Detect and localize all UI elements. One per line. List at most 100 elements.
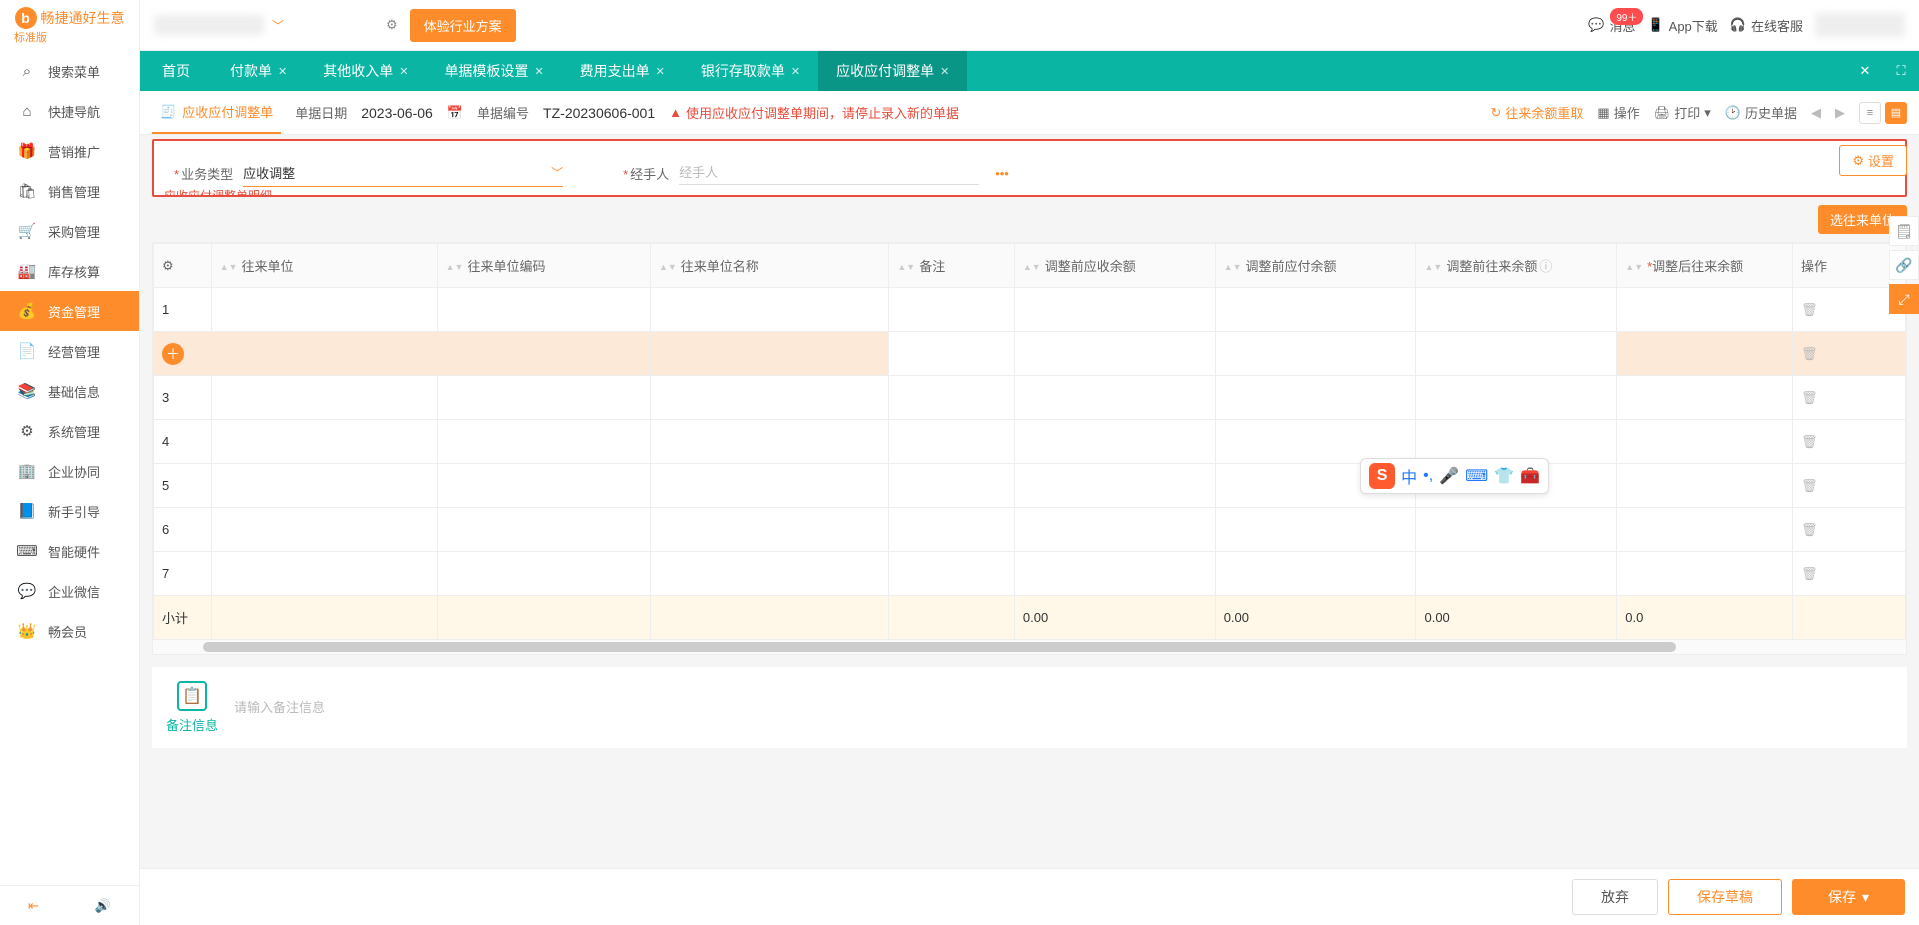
- close-icon[interactable]: ✕: [399, 65, 408, 78]
- tab-bank[interactable]: 银行存取款单✕: [683, 51, 818, 91]
- th-gear[interactable]: ⚙: [154, 244, 212, 288]
- messages-button[interactable]: 💬 消息 99＋: [1588, 16, 1635, 35]
- dock-expand-button[interactable]: ⤢: [1889, 284, 1919, 314]
- nav-marketing[interactable]: 🎁营销推广: [0, 131, 139, 171]
- view-list-button[interactable]: ≡: [1859, 102, 1881, 124]
- chevron-down-icon: ﹀: [551, 164, 563, 181]
- nav-enterprise[interactable]: 🏢企业协同: [0, 451, 139, 491]
- print-button[interactable]: 🖨打印▾: [1654, 103, 1711, 122]
- table-row[interactable]: 1🗑: [154, 288, 1906, 332]
- add-row-button[interactable]: ＋: [162, 343, 184, 365]
- settings-label: 设置: [1868, 151, 1894, 170]
- table-row[interactable]: 7🗑: [154, 552, 1906, 596]
- close-icon[interactable]: ✕: [656, 65, 665, 78]
- discard-button[interactable]: 放弃: [1572, 879, 1658, 915]
- calendar-icon[interactable]: 📅: [447, 105, 463, 121]
- tab-home[interactable]: 首页: [140, 51, 212, 91]
- dock-note-button[interactable]: 🗒: [1889, 216, 1919, 246]
- tab-template[interactable]: 单据模板设置✕: [426, 51, 561, 91]
- th-unit[interactable]: ▲▼往来单位: [211, 244, 437, 288]
- delete-icon[interactable]: 🗑: [1801, 302, 1818, 317]
- close-icon[interactable]: ✕: [940, 65, 949, 78]
- dock-link-button[interactable]: 🔗: [1889, 250, 1919, 280]
- delete-icon[interactable]: 🗑: [1801, 478, 1818, 493]
- close-icon[interactable]: ✕: [534, 65, 543, 78]
- th-unit-code[interactable]: ▲▼往来单位编码: [437, 244, 650, 288]
- tab-other-income[interactable]: 其他收入单✕: [305, 51, 426, 91]
- th-adj-recv[interactable]: ▲▼调整前应收余额: [1014, 244, 1215, 288]
- handler-input[interactable]: [679, 161, 979, 185]
- sort-icon: ▲▼: [897, 264, 915, 271]
- horizontal-scrollbar[interactable]: [153, 640, 1906, 654]
- th-adj-bal[interactable]: ▲▼调整前往来余额ⓘ: [1416, 244, 1617, 288]
- ime-mic-icon[interactable]: 🎤: [1439, 466, 1459, 486]
- operate-button[interactable]: ▦操作: [1597, 103, 1639, 122]
- delete-icon[interactable]: 🗑: [1801, 346, 1818, 361]
- tab-adjustment[interactable]: 应收应付调整单✕: [818, 51, 967, 91]
- company-selector[interactable]: ﹀: [154, 15, 374, 35]
- ime-toolbar[interactable]: S 中 •, 🎤 ⌨ 👕 🧰: [1360, 458, 1549, 494]
- remark-input[interactable]: [234, 700, 1893, 715]
- scrollbar-thumb[interactable]: [203, 642, 1676, 652]
- collapse-icon[interactable]: ⇤: [28, 898, 39, 914]
- table-row[interactable]: 5🗑: [154, 464, 1906, 508]
- nav-basic[interactable]: 📚基础信息: [0, 371, 139, 411]
- table-row[interactable]: 3🗑: [154, 376, 1906, 420]
- ime-punct-icon[interactable]: •,: [1423, 467, 1433, 485]
- th-remark[interactable]: ▲▼备注: [889, 244, 1015, 288]
- close-icon[interactable]: ✕: [791, 65, 800, 78]
- nav-quick[interactable]: ⌂快捷导航: [0, 91, 139, 131]
- save-draft-button[interactable]: 保存草稿: [1668, 879, 1782, 915]
- nav-finance[interactable]: 💰资金管理: [0, 291, 139, 331]
- nav-guide[interactable]: 📘新手引导: [0, 491, 139, 531]
- ime-skin-icon[interactable]: 👕: [1494, 466, 1514, 486]
- tab-fullscreen-button[interactable]: ⛶: [1883, 63, 1919, 79]
- doc-title-tab[interactable]: 🧾 应收应付调整单: [152, 91, 281, 134]
- tab-payment[interactable]: 付款单✕: [212, 51, 305, 91]
- delete-icon[interactable]: 🗑: [1801, 390, 1818, 405]
- user-avatar-blurred[interactable]: [1815, 13, 1905, 37]
- tab-close-all-button[interactable]: ✕: [1847, 63, 1883, 79]
- nav-sales[interactable]: 🛍销售管理: [0, 171, 139, 211]
- app-download-button[interactable]: 📱 App下载: [1647, 16, 1717, 35]
- nav-system[interactable]: ⚙系统管理: [0, 411, 139, 451]
- nav-wechat[interactable]: 💬企业微信: [0, 571, 139, 611]
- trial-button[interactable]: 体验行业方案: [410, 9, 516, 42]
- online-service-button[interactable]: 🎧 在线客服: [1730, 16, 1803, 35]
- th-adj-after[interactable]: ▲▼*调整后往来余额: [1617, 244, 1793, 288]
- nav-purchase[interactable]: 🛒采购管理: [0, 211, 139, 251]
- close-icon[interactable]: ✕: [278, 65, 287, 78]
- th-unit-name[interactable]: ▲▼往来单位名称: [650, 244, 888, 288]
- delete-icon[interactable]: 🗑: [1801, 522, 1818, 537]
- nav-hardware[interactable]: ⌨智能硬件: [0, 531, 139, 571]
- prev-icon[interactable]: ◀: [1811, 105, 1821, 121]
- save-label: 保存: [1828, 887, 1856, 907]
- table-row[interactable]: 4🗑: [154, 420, 1906, 464]
- ime-keyboard-icon[interactable]: ⌨: [1465, 466, 1488, 486]
- delete-icon[interactable]: 🗑: [1801, 434, 1818, 449]
- view-detail-button[interactable]: ▤: [1885, 102, 1907, 124]
- ime-lang[interactable]: 中: [1401, 464, 1417, 488]
- table-row-active[interactable]: ＋🗑: [154, 332, 1906, 376]
- save-button[interactable]: 保存▾: [1792, 879, 1905, 915]
- th-adj-pay[interactable]: ▲▼调整前应付余额: [1215, 244, 1416, 288]
- reget-button[interactable]: ↻往来余额重取: [1491, 103, 1584, 122]
- nav-member[interactable]: 👑畅会员: [0, 611, 139, 651]
- tab-expense[interactable]: 费用支出单✕: [562, 51, 683, 91]
- sidebar-bottom: ⇤ 🔊: [0, 885, 139, 925]
- settings-icon[interactable]: ⚙: [386, 17, 398, 33]
- sound-icon[interactable]: 🔊: [95, 898, 111, 914]
- ime-toolbox-icon[interactable]: 🧰: [1520, 466, 1540, 486]
- next-icon[interactable]: ▶: [1835, 105, 1845, 121]
- biz-type-dropdown[interactable]: 应收调整 ﹀: [243, 159, 563, 187]
- table-row[interactable]: 6🗑: [154, 508, 1906, 552]
- nav-operations[interactable]: 📄经营管理: [0, 331, 139, 371]
- nav-inventory[interactable]: 🏭库存核算: [0, 251, 139, 291]
- settings-button[interactable]: ⚙设置: [1839, 145, 1907, 176]
- more-icon[interactable]: •••: [995, 166, 1009, 181]
- row-index: 1: [154, 288, 212, 332]
- nav-search[interactable]: ⌕搜索菜单: [0, 51, 139, 91]
- message-icon: 💬: [1588, 17, 1604, 33]
- history-button[interactable]: 🕑历史单据: [1725, 103, 1797, 122]
- delete-icon[interactable]: 🗑: [1801, 566, 1818, 581]
